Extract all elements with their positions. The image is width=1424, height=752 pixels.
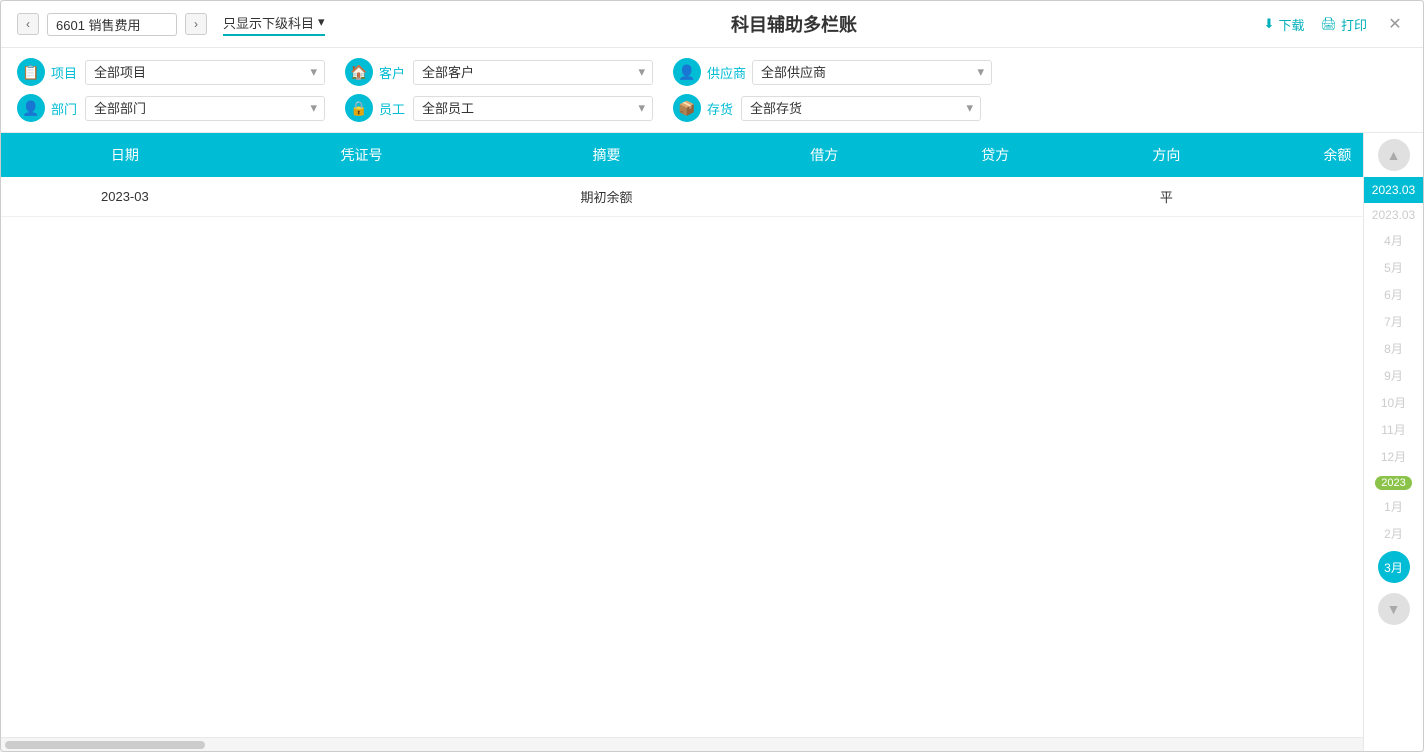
table-body: 2023-03 期初余额 平 [1, 177, 1423, 217]
print-label: 打印 [1341, 15, 1367, 34]
customer-icon: 🏠 [345, 58, 373, 86]
show-sub-dropdown[interactable]: 只显示下级科目 ▾ [223, 13, 325, 36]
cell-summary: 期初余额 [474, 177, 738, 217]
close-btn[interactable]: ✕ [1383, 12, 1407, 36]
table-header-row: 日期 凭证号 摘要 借方 贷方 方向 余额 [1, 133, 1423, 177]
side-item-3-active[interactable]: 3月 [1364, 547, 1423, 587]
filter-item-customer: 🏠 客户 全部客户 [345, 58, 653, 86]
inventory-select-wrapper: 全部存货 [741, 96, 981, 121]
filter-item-employee: 🔒 员工 全部员工 [345, 94, 653, 122]
col-credit: 贷方 [910, 133, 1081, 177]
dept-select[interactable]: 全部部门 [85, 96, 325, 121]
next-account-btn[interactable]: › [185, 13, 207, 35]
show-sub-label: 只显示下级科目 [223, 13, 314, 32]
dept-select-wrapper: 全部部门 [85, 96, 325, 121]
side-item-4[interactable]: 4月 [1364, 227, 1423, 254]
supplier-label: 供应商 [707, 63, 746, 82]
supplier-select[interactable]: 全部供应商 [752, 60, 992, 85]
filter-item-supplier: 👤 供应商 全部供应商 [673, 58, 992, 86]
prev-account-btn[interactable]: ‹ [17, 13, 39, 35]
top-actions: ⬇ 下载 🖨 打印 [1264, 15, 1367, 34]
side-item-12[interactable]: 12月 [1364, 443, 1423, 470]
side-item-9[interactable]: 9月 [1364, 362, 1423, 389]
filter-area: 📋 项目 全部项目 🏠 客户 全部客户 [1, 48, 1423, 133]
col-date: 日期 [1, 133, 249, 177]
print-btn[interactable]: 🖨 打印 [1320, 15, 1367, 34]
side-item-2[interactable]: 2月 [1364, 520, 1423, 547]
project-select[interactable]: 全部项目 [85, 60, 325, 85]
main-window: ‹ › 只显示下级科目 ▾ 科目辅助多栏账 ⬇ 下载 🖨 打印 ✕ 📋 项目 [0, 0, 1424, 752]
side-up-btn[interactable]: ▲ [1378, 139, 1410, 171]
side-down-btn[interactable]: ▼ [1378, 593, 1410, 625]
employee-label: 员工 [379, 99, 407, 118]
month-circle-3: 3月 [1378, 551, 1410, 583]
inventory-icon: 📦 [673, 94, 701, 122]
side-item-11[interactable]: 11月 [1364, 416, 1423, 443]
side-item-8[interactable]: 8月 [1364, 335, 1423, 362]
employee-icon: 🔒 [345, 94, 373, 122]
col-voucher: 凭证号 [249, 133, 475, 177]
year-badge: 2023 [1375, 476, 1411, 490]
cell-direction: 平 [1081, 177, 1252, 217]
filter-row-1: 📋 项目 全部项目 🏠 客户 全部客户 [17, 58, 1407, 86]
side-item-1[interactable]: 1月 [1364, 493, 1423, 520]
supplier-icon: 👤 [673, 58, 701, 86]
filter-item-inventory: 📦 存货 全部存货 [673, 94, 981, 122]
side-item-year-2023[interactable]: 2023 [1364, 470, 1423, 493]
table-area: 日期 凭证号 摘要 借方 贷方 方向 余额 2023-03 [1, 133, 1423, 751]
project-select-wrapper: 全部项目 [85, 60, 325, 85]
side-item-2023-03[interactable]: 2023.03 [1364, 203, 1423, 227]
print-icon: 🖨 [1320, 16, 1337, 32]
side-item-2023-03-active[interactable]: 2023.03 [1364, 177, 1423, 203]
inventory-label: 存货 [707, 99, 735, 118]
dept-label: 部门 [51, 99, 79, 118]
main-content: 日期 凭证号 摘要 借方 贷方 方向 余额 2023-03 [1, 133, 1423, 751]
cell-credit [910, 177, 1081, 217]
customer-select[interactable]: 全部客户 [413, 60, 653, 85]
download-icon: ⬇ [1264, 16, 1275, 32]
side-panel: ▲ 2023.03 2023.03 4月 5月 6月 7月 8月 9月 10月 … [1363, 133, 1423, 751]
top-bar: ‹ › 只显示下级科目 ▾ 科目辅助多栏账 ⬇ 下载 🖨 打印 ✕ [1, 1, 1423, 48]
inventory-select[interactable]: 全部存货 [741, 96, 981, 121]
table-container[interactable]: 日期 凭证号 摘要 借方 贷方 方向 余额 2023-03 [1, 133, 1423, 737]
account-code-input[interactable] [47, 13, 177, 36]
employee-select-wrapper: 全部员工 [413, 96, 653, 121]
side-item-6[interactable]: 6月 [1364, 281, 1423, 308]
ledger-table: 日期 凭证号 摘要 借方 贷方 方向 余额 2023-03 [1, 133, 1423, 217]
project-label: 项目 [51, 63, 79, 82]
cell-date: 2023-03 [1, 177, 249, 217]
download-label: 下载 [1278, 15, 1304, 34]
cell-voucher [249, 177, 475, 217]
scrollbar-thumb [5, 741, 205, 749]
supplier-select-wrapper: 全部供应商 [752, 60, 992, 85]
employee-select[interactable]: 全部员工 [413, 96, 653, 121]
col-summary: 摘要 [474, 133, 738, 177]
download-btn[interactable]: ⬇ 下载 [1264, 15, 1305, 34]
dept-icon: 👤 [17, 94, 45, 122]
filter-row-2: 👤 部门 全部部门 🔒 员工 全部员工 [17, 94, 1407, 122]
horizontal-scrollbar[interactable] [1, 737, 1423, 751]
side-item-10[interactable]: 10月 [1364, 389, 1423, 416]
page-title: 科目辅助多栏账 [333, 11, 1256, 37]
filter-item-project: 📋 项目 全部项目 [17, 58, 325, 86]
project-icon: 📋 [17, 58, 45, 86]
cell-debit [739, 177, 910, 217]
filter-item-dept: 👤 部门 全部部门 [17, 94, 325, 122]
customer-label: 客户 [379, 63, 407, 82]
side-item-5[interactable]: 5月 [1364, 254, 1423, 281]
customer-select-wrapper: 全部客户 [413, 60, 653, 85]
col-direction: 方向 [1081, 133, 1252, 177]
col-debit: 借方 [739, 133, 910, 177]
chevron-down-icon: ▾ [318, 14, 325, 30]
side-item-7[interactable]: 7月 [1364, 308, 1423, 335]
table-row: 2023-03 期初余额 平 [1, 177, 1423, 217]
